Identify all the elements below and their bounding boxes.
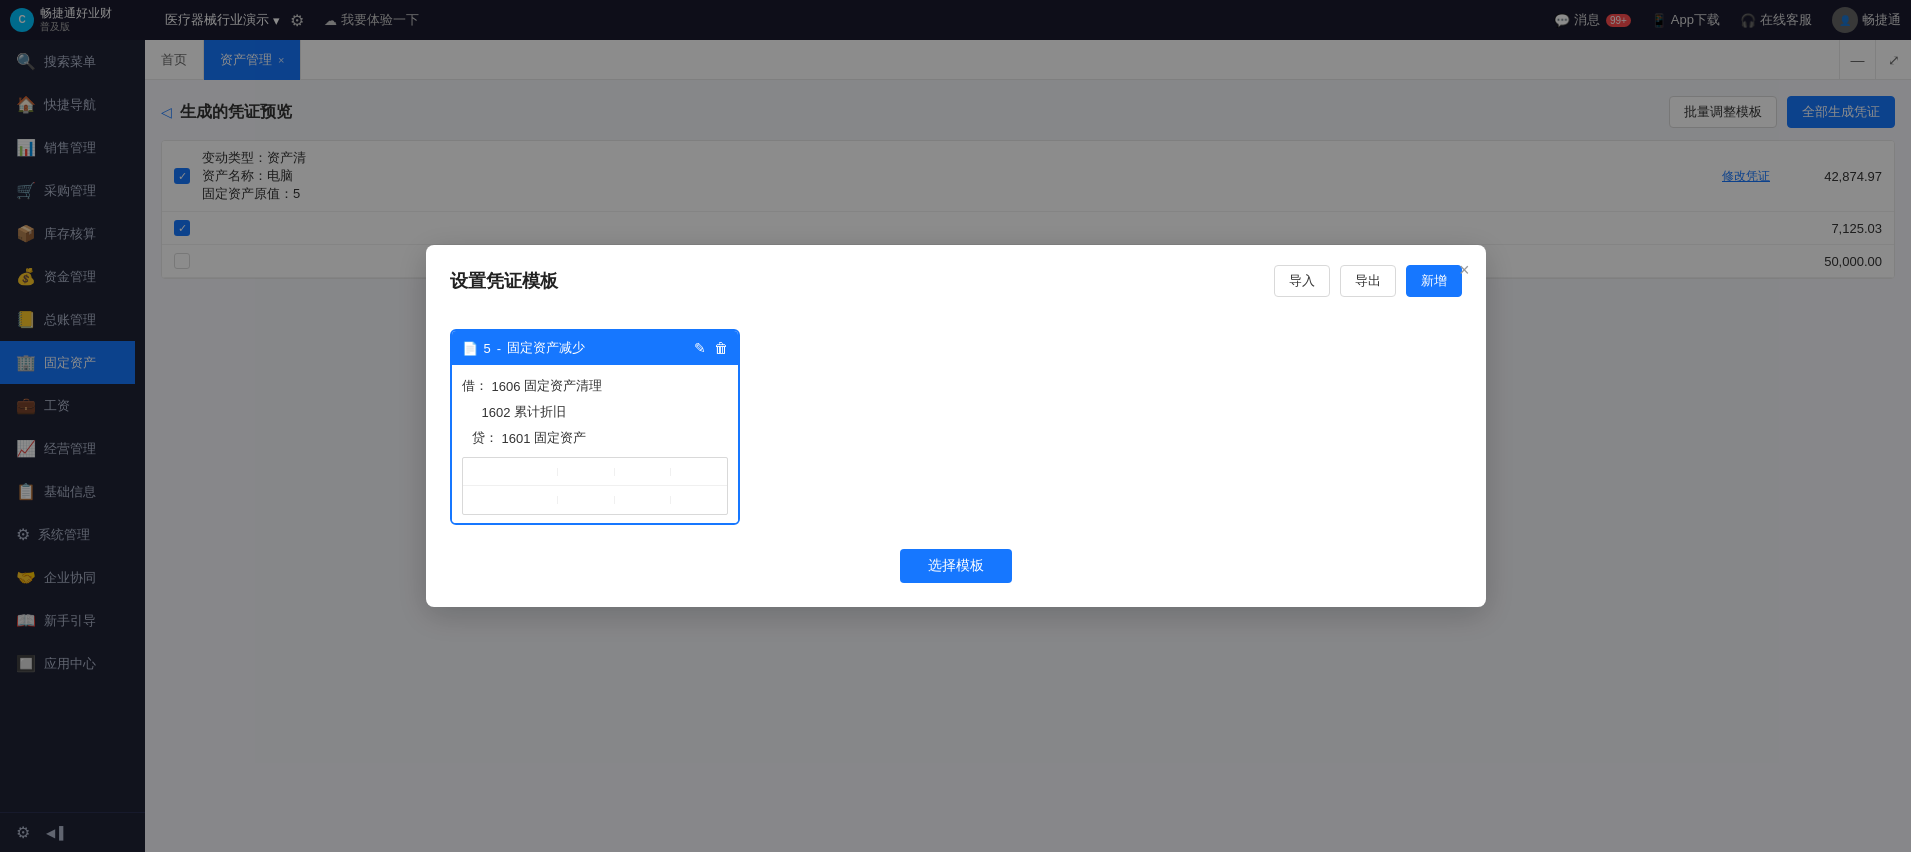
entry-2-account: 累计折旧 [514,403,566,421]
entry-1-label: 借： [462,377,488,395]
template-separator: - [497,341,501,356]
content-area: 首页 资产管理 × — ⤢ ◁ 生成的凭证预览 批量调整模板 全部生成凭证 [145,40,1911,852]
template-name: 固定资产减少 [507,339,585,357]
template-delete-btn[interactable]: 🗑 [714,340,728,356]
template-id: 5 [484,341,491,356]
grid-cell-2-2 [558,496,614,504]
template-card-body: 借： 1606 固定资产清理 1602 累计折旧 贷： [452,365,738,523]
template-card-header: 📄 5 - 固定资产减少 ✎ 🗑 [452,331,738,365]
import-btn[interactable]: 导入 [1274,265,1330,297]
entry-3-label: 贷： [472,429,498,447]
template-edit-btn[interactable]: ✎ [694,340,706,356]
template-card-actions: ✎ 🗑 [694,340,728,356]
export-btn[interactable]: 导出 [1340,265,1396,297]
modal-close-btn[interactable]: × [1459,261,1470,279]
new-btn[interactable]: 新增 [1406,265,1462,297]
page-content: ◁ 生成的凭证预览 批量调整模板 全部生成凭证 ✓ 变动类型：资产清 资产名称：… [145,80,1911,852]
grid-cell-1-4 [671,468,726,476]
grid-cell-1-2 [558,468,614,476]
template-doc-icon: 📄 [462,341,478,356]
modal-title: 设置凭证模板 [450,269,1274,293]
modal-overlay: 设置凭证模板 导入 导出 新增 × 📄 [145,80,1911,852]
entry-3-code: 1601 [502,431,531,446]
entry-2-code: 1602 [482,405,511,420]
modal: 设置凭证模板 导入 导出 新增 × 📄 [426,245,1486,607]
modal-header-actions: 导入 导出 新增 [1274,265,1462,297]
template-entry-2: 1602 累计折旧 [462,399,728,425]
main-layout: 🔍 搜索菜单 🏠 快捷导航 📊 销售管理 🛒 采购管理 📦 库存核算 💰 资金管… [0,40,1911,852]
template-grid-row-2 [463,486,727,514]
grid-cell-2-1 [463,496,559,504]
template-entry-3: 贷： 1601 固定资产 [462,425,728,451]
modal-header: 设置凭证模板 导入 导出 新增 × [426,245,1486,313]
modal-body: 📄 5 - 固定资产减少 ✎ 🗑 [426,313,1486,607]
grid-cell-1-1 [463,468,559,476]
grid-cell-2-4 [671,496,726,504]
template-card: 📄 5 - 固定资产减少 ✎ 🗑 [450,329,740,525]
template-entry-1: 借： 1606 固定资产清理 [462,373,728,399]
template-grid [462,457,728,515]
entry-1-account: 固定资产清理 [524,377,602,395]
template-grid-row-1 [463,458,727,486]
entry-3-account: 固定资产 [534,429,586,447]
grid-cell-2-3 [615,496,671,504]
grid-cell-1-3 [615,468,671,476]
choose-template-btn[interactable]: 选择模板 [900,549,1012,583]
entry-1-code: 1606 [492,379,521,394]
